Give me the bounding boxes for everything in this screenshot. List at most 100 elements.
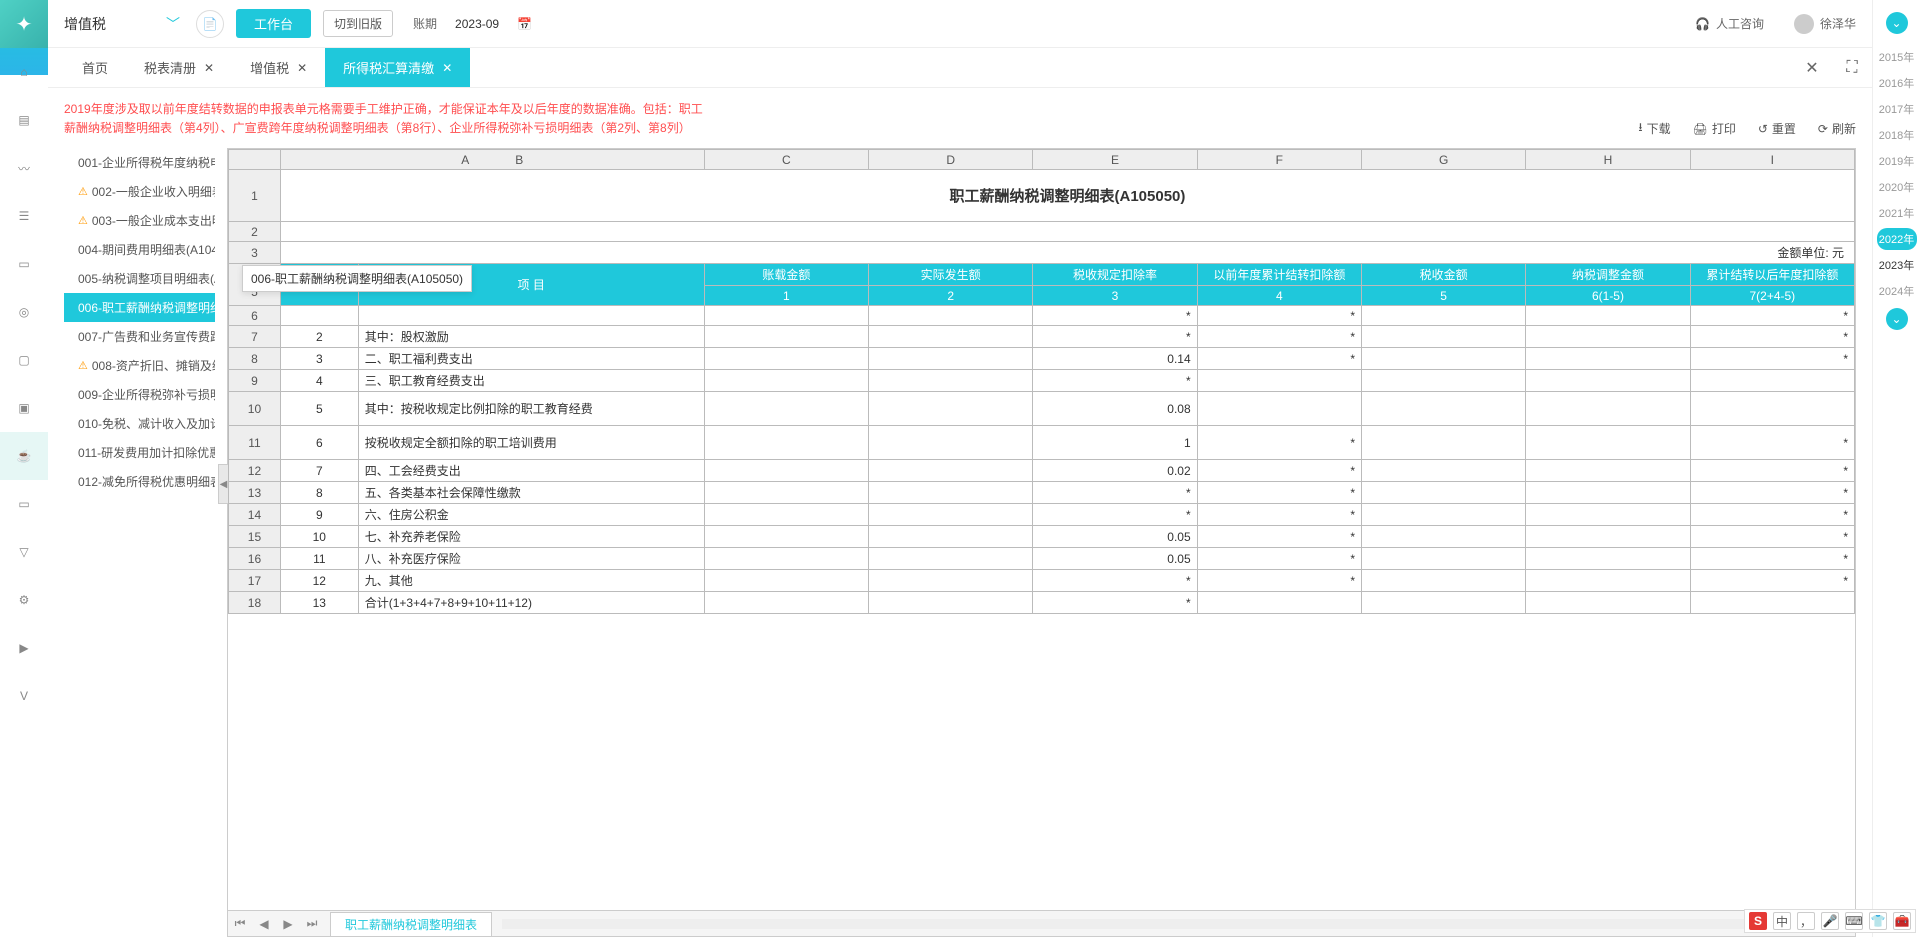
old-version-button[interactable]: 切到旧版 bbox=[323, 10, 393, 37]
ime-skin-icon[interactable]: 👕 bbox=[1869, 912, 1887, 930]
reset-button[interactable]: ↺重置 bbox=[1758, 118, 1796, 139]
ime-logo-icon[interactable]: S bbox=[1749, 912, 1767, 930]
calendar-icon[interactable]: 📅 bbox=[517, 17, 532, 31]
form-list-item[interactable]: 012-减免所得税优惠明细表(... bbox=[64, 467, 215, 496]
tab[interactable]: 所得税汇算清缴 ✕ bbox=[325, 48, 470, 87]
form-list-item[interactable]: 004-期间费用明细表(A1040... bbox=[64, 235, 215, 264]
year-button[interactable]: 2015年 bbox=[1877, 46, 1917, 68]
doc-icon-button[interactable]: 📄 bbox=[196, 10, 224, 38]
workspace-button[interactable]: 工作台 bbox=[236, 9, 311, 38]
rail-home-icon[interactable]: ⌂ bbox=[0, 48, 48, 96]
year-button[interactable]: 2016年 bbox=[1877, 72, 1917, 94]
form-list-item[interactable]: 005-纳税调整项目明细表(A1... bbox=[64, 264, 215, 293]
form-list-label: 006-职工薪酬纳税调整明细... bbox=[78, 299, 215, 316]
table-row: 1611八、补充医疗保险0.05** bbox=[229, 548, 1855, 570]
year-button[interactable]: 2019年 bbox=[1877, 150, 1917, 172]
year-button[interactable]: 2024年 bbox=[1877, 280, 1917, 302]
ime-punct-icon[interactable]: ， bbox=[1797, 912, 1815, 930]
col-G[interactable]: G bbox=[1361, 150, 1525, 170]
sheet-nav-next[interactable]: ▶ bbox=[276, 917, 300, 931]
year-scroll-up[interactable]: ⌄ bbox=[1886, 12, 1908, 34]
col-E[interactable]: E bbox=[1033, 150, 1197, 170]
tax-type-label: 增值税 bbox=[64, 14, 106, 34]
tab-label: 税表清册 bbox=[144, 58, 196, 77]
ime-tool-icon[interactable]: 🧰 bbox=[1893, 912, 1911, 930]
form-list-item[interactable]: ⚠002-一般企业收入明细表(A... bbox=[64, 177, 215, 206]
sheet-tab[interactable]: 职工薪酬纳税调整明细表 bbox=[330, 912, 492, 936]
rail-doc-icon[interactable]: ▤ bbox=[0, 96, 48, 144]
col-F[interactable]: F bbox=[1197, 150, 1361, 170]
year-button[interactable]: 2018年 bbox=[1877, 124, 1917, 146]
form-list-item[interactable]: 011-研发费用加计扣除优惠... bbox=[64, 438, 215, 467]
col-I[interactable]: I bbox=[1690, 150, 1854, 170]
ime-kbd-icon[interactable]: ⌨ bbox=[1845, 912, 1863, 930]
year-rail: ⌄ 2015年 2016年 2017年 2018年 2019年 2020年 2021年 202… bbox=[1872, 0, 1920, 937]
rail-clipboard-icon[interactable]: ▭ bbox=[0, 240, 48, 288]
rail-bag-icon[interactable]: ☰ bbox=[0, 192, 48, 240]
sheet-body: 1职工薪酬纳税调整明细表(A105050) 2 3金额单位: 元 45 行次 项… bbox=[229, 170, 1855, 614]
rail-image-icon[interactable]: ▣ bbox=[0, 384, 48, 432]
close-icon[interactable]: ✕ bbox=[442, 61, 452, 75]
col-D[interactable]: D bbox=[869, 150, 1033, 170]
download-button[interactable]: ⭳下载 bbox=[1638, 118, 1670, 139]
col-H[interactable]: H bbox=[1526, 150, 1690, 170]
form-list-item[interactable]: 009-企业所得税弥补亏损明... bbox=[64, 380, 215, 409]
tab[interactable]: 首页 bbox=[64, 48, 126, 87]
support-link[interactable]: 🎧 人工咨询 bbox=[1695, 15, 1764, 32]
tab[interactable]: 增值税✕ bbox=[232, 48, 325, 87]
ime-mic-icon[interactable]: 🎤 bbox=[1821, 912, 1839, 930]
unit-label: 金额单位: 元 bbox=[280, 242, 1854, 264]
sheet-nav-prev[interactable]: ◀ bbox=[252, 917, 276, 931]
form-list-item[interactable]: 010-免税、减计收入及加计... bbox=[64, 409, 215, 438]
tab[interactable]: 税表清册 ✕ bbox=[126, 48, 232, 87]
rail-play-icon[interactable]: ▶ bbox=[0, 624, 48, 672]
print-button[interactable]: 🖨打印 bbox=[1693, 118, 1736, 139]
rail-gear-icon[interactable]: ⚙ bbox=[0, 576, 48, 624]
tax-type-selector[interactable]: 增值税 ﹀ bbox=[64, 14, 184, 34]
sheet-nav-first[interactable]: ⏮ bbox=[228, 916, 252, 931]
sheet-nav-last[interactable]: ⏭ bbox=[300, 916, 324, 931]
sheet-hscroll[interactable] bbox=[502, 919, 1845, 929]
year-scroll-down[interactable]: ⌄ bbox=[1886, 308, 1908, 330]
rail-chart-icon[interactable]: 〰 bbox=[0, 144, 48, 192]
form-list-label: 002-一般企业收入明细表(A... bbox=[92, 183, 215, 200]
sheet-grid[interactable]: A B C D E F G H I bbox=[228, 149, 1855, 910]
rail-coin-icon[interactable]: ◎ bbox=[0, 288, 48, 336]
form-list-item[interactable]: 007-广告费和业务宣传费跨... bbox=[64, 322, 215, 351]
left-rail: ✦ ⌂ ▤ 〰 ☰ ▭ ◎ ▢ ▣ ☕ ▭ ▽ ⚙ ▶ V bbox=[0, 0, 48, 937]
refresh-button[interactable]: ⟳刷新 bbox=[1818, 118, 1856, 139]
form-list-item[interactable]: ⚠003-一般企业成本支出明细... bbox=[64, 206, 215, 235]
rail-tax-icon[interactable]: ☕ bbox=[0, 432, 48, 480]
close-icon[interactable]: ✕ bbox=[204, 61, 214, 75]
year-button[interactable]: 2023年 bbox=[1877, 254, 1917, 276]
year-button[interactable]: 2020年 bbox=[1877, 176, 1917, 198]
rail-shirt-icon[interactable]: ▢ bbox=[0, 336, 48, 384]
col-C[interactable]: C bbox=[704, 150, 868, 170]
table-row: 83二、职工福利费支出0.14** bbox=[229, 348, 1855, 370]
col-A[interactable]: A B bbox=[280, 150, 704, 170]
ime-lang-icon[interactable]: 中 bbox=[1773, 912, 1791, 930]
rail-box-icon[interactable]: ▭ bbox=[0, 480, 48, 528]
year-button[interactable]: 2022年 bbox=[1877, 228, 1917, 250]
user-menu[interactable]: 徐泽华 bbox=[1794, 14, 1856, 34]
close-icon[interactable]: ✕ bbox=[297, 61, 307, 75]
year-button[interactable]: 2017年 bbox=[1877, 98, 1917, 120]
maximize-icon[interactable]: ⛶ bbox=[1832, 48, 1872, 87]
form-list-label: 005-纳税调整项目明细表(A1... bbox=[78, 270, 215, 287]
form-tooltip: 006-职工薪酬纳税调整明细表(A105050) bbox=[242, 265, 472, 292]
form-list-label: 011-研发费用加计扣除优惠... bbox=[78, 444, 215, 461]
collapse-handle[interactable]: ◀ bbox=[218, 464, 228, 504]
ime-bar: S 中 ， 🎤 ⌨ 👕 🧰 bbox=[1744, 909, 1916, 933]
col-header-row: A B C D E F G H I bbox=[229, 150, 1855, 170]
form-list-item[interactable]: ⚠008-资产折旧、摊销及纳税... bbox=[64, 351, 215, 380]
form-list-label: 010-免税、减计收入及加计... bbox=[78, 415, 215, 432]
form-list-item[interactable]: 006-职工薪酬纳税调整明细... bbox=[64, 293, 215, 322]
form-list-item[interactable]: 001-企业所得税年度纳税申... bbox=[64, 148, 215, 177]
close-all-tabs[interactable]: ✕ bbox=[1792, 48, 1832, 87]
year-button[interactable]: 2021年 bbox=[1877, 202, 1917, 224]
refresh-icon: ⟳ bbox=[1818, 122, 1828, 136]
reset-icon: ↺ bbox=[1758, 122, 1768, 136]
tab-label: 所得税汇算清缴 bbox=[343, 58, 434, 77]
rail-v-icon[interactable]: V bbox=[0, 672, 48, 720]
rail-inbox-icon[interactable]: ▽ bbox=[0, 528, 48, 576]
